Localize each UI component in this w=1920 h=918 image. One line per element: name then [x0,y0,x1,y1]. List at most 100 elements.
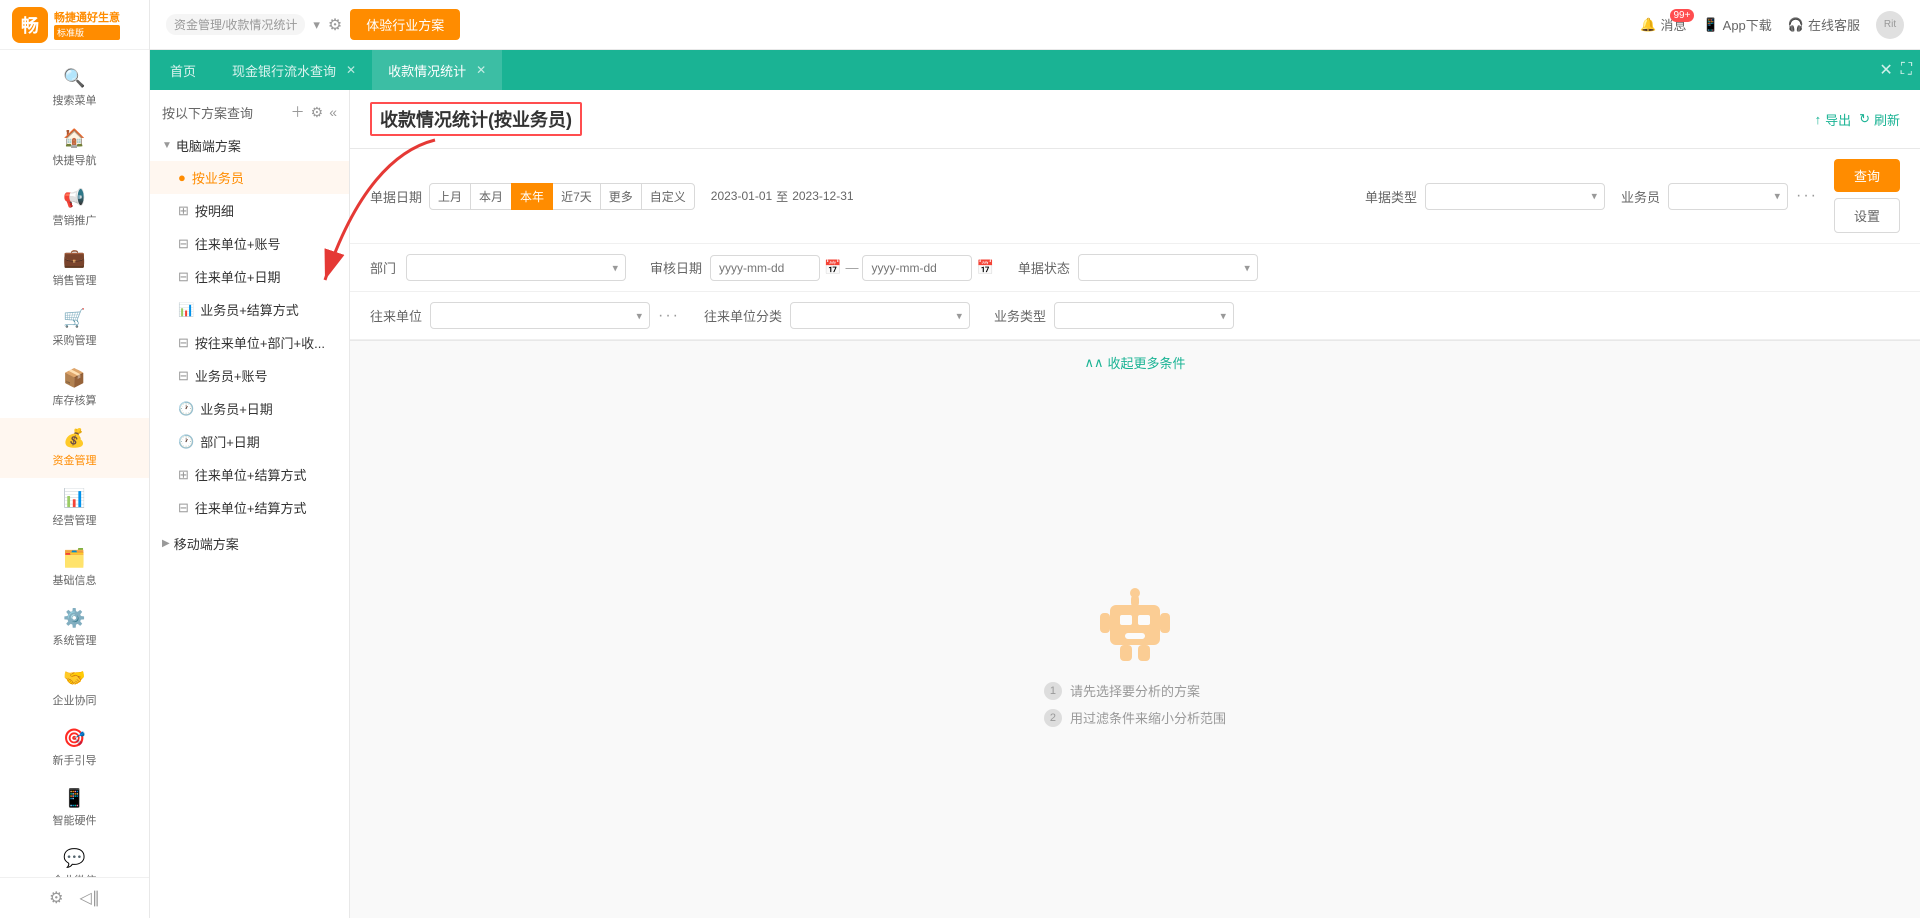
tab-close-all-icon[interactable]: ✕ [1879,60,1892,80]
add-scheme-icon[interactable]: ＋ [291,102,305,122]
sidebar-item-purchase[interactable]: 🛒 采购管理 [0,298,149,358]
scheme-salesperson-date[interactable]: 🕐 业务员+日期 [150,392,349,425]
header-gear-icon[interactable]: ⚙ [328,15,342,35]
settings-gear-icon[interactable]: ⚙ [49,888,63,908]
desktop-group-header[interactable]: ▼ 电脑端方案 [150,130,349,161]
scheme-salesperson-settle[interactable]: 📊 业务员+结算方式 [150,293,349,326]
tab-bank-close-icon[interactable]: ✕ [346,63,356,77]
empty-state: 1 请先选择要分析的方案 2 用过滤条件来缩小分析范围 [350,384,1920,918]
app-download-button[interactable]: 📱 App下载 [1702,15,1771,34]
dept-select[interactable] [406,254,626,281]
voucher-type-label: 单据类型 [1365,187,1417,206]
biz-type-select[interactable] [1054,302,1234,329]
salesperson-select-wrap [1668,183,1788,210]
salesperson-select[interactable] [1668,183,1788,210]
scheme-unit-dept[interactable]: ⊟ 按往来单位+部门+收... [150,326,349,359]
scheme-unit-account[interactable]: ⊟ 往来单位+账号 [150,227,349,260]
calendar-from-icon[interactable]: 📅 [824,259,841,276]
voucher-type-select[interactable] [1425,183,1605,210]
logo-text: 畅捷通好生意 标准版 [54,9,120,40]
scheme-salesperson-icon: ● [178,170,186,185]
review-date-to-input[interactable] [862,255,972,281]
date-tab-lastmonth[interactable]: 上月 [429,183,471,210]
scheme-dept-date[interactable]: 🕐 部门+日期 [150,425,349,458]
sidebar-item-operations[interactable]: 📊 经营管理 [0,478,149,538]
biz-type-item: 业务类型 [994,302,1234,329]
scheme-salesperson[interactable]: ● 按业务员 [150,161,349,194]
page-area: 按以下方案查询 ＋ ⚙ « ▼ 电脑端方案 ● 按业务员 [150,90,1920,918]
voucher-type-select-wrap [1425,183,1605,210]
scheme-unit-settle2[interactable]: ⊟ 往来单位+结算方式 [150,491,349,524]
collapse-panel-icon[interactable]: « [329,104,337,120]
sidebar-item-enterprise[interactable]: 🤝 企业协同 [0,658,149,718]
empty-tip-2: 2 用过滤条件来缩小分析范围 [1044,708,1226,727]
review-date-from-input[interactable] [710,255,820,281]
sidebar-item-guide[interactable]: 🎯 新手引导 [0,718,149,778]
sidebar-item-marketing[interactable]: 📢 营销推广 [0,178,149,238]
sidebar-item-search[interactable]: 🔍 搜索菜单 [0,58,149,118]
voucher-type-item: 单据类型 [1365,183,1605,210]
unit-more-icon[interactable]: ··· [658,307,680,325]
refresh-button[interactable]: ↻ 刷新 [1859,110,1900,129]
scheme-salesperson-account[interactable]: ⊟ 业务员+账号 [150,359,349,392]
unit-category-select[interactable] [790,302,970,329]
settings-button[interactable]: 设置 [1834,198,1900,233]
date-tab-more[interactable]: 更多 [600,183,642,210]
date-tab-custom[interactable]: 自定义 [641,183,695,210]
scheme-unit-account-icon: ⊟ [178,236,189,252]
calendar-to-icon[interactable]: 📅 [976,259,993,276]
date-tab-thismonth[interactable]: 本月 [470,183,512,210]
sidebar-item-basic[interactable]: 🗂️ 基础信息 [0,538,149,598]
export-button[interactable]: ↑ 导出 [1815,110,1852,129]
scheme-unit-date[interactable]: ⊟ 往来单位+日期 [150,260,349,293]
biz-type-select-wrap [1054,302,1234,329]
sidebar-nav: 🔍 搜索菜单 🏠 快捷导航 📢 营销推广 💼 销售管理 🛒 采购管理 📦 [0,50,149,877]
collapse-button[interactable]: ∧∧ 收起更多条件 [1084,353,1185,372]
left-panel-title: 按以下方案查询 [162,103,253,122]
desktop-scheme-group: ▼ 电脑端方案 ● 按业务员 ⊞ 按明细 ⊟ 往来单位+账号 [150,130,349,524]
tab-fullscreen-icon[interactable]: ⛶ [1901,61,1912,79]
sidebar-item-inventory[interactable]: 📦 库存核算 [0,358,149,418]
unit-select[interactable] [430,302,650,329]
logo: 畅 畅捷通好生意 标准版 [0,0,149,50]
collapse-sidebar-icon[interactable]: ◁∥ [80,888,100,908]
tab-receipt[interactable]: 收款情况统计 ✕ [372,50,502,90]
bell-icon: 🔔 [1640,17,1656,33]
tab-home[interactable]: 首页 [150,50,216,90]
scheme-unit-settle1[interactable]: ⊞ 往来单位+结算方式 [150,458,349,491]
scheme-detail[interactable]: ⊞ 按明细 [150,194,349,227]
sidebar-item-sales[interactable]: 💼 销售管理 [0,238,149,298]
date-tab-thisyear[interactable]: 本年 [511,183,553,210]
phone-icon: 📱 [1702,17,1718,33]
page-header: 收款情况统计(按业务员) ↑ 导出 ↻ 刷新 [350,90,1920,149]
mobile-scheme-group: ▶ 移动端方案 [150,528,349,559]
message-button[interactable]: 🔔 消息 99+ [1640,15,1686,34]
unit-label: 往来单位 [370,306,422,325]
header-dropdown-icon[interactable]: ▾ [313,17,320,33]
sidebar-item-quicknav[interactable]: 🏠 快捷导航 [0,118,149,178]
trial-btn[interactable]: 体验行业方案 [350,9,460,40]
desktop-arrow-icon: ▼ [162,140,172,151]
status-item: 单据状态 [1018,254,1258,281]
sidebar-item-system[interactable]: ⚙️ 系统管理 [0,598,149,658]
guide-icon: 🎯 [63,728,85,749]
empty-tip-1: 1 请先选择要分析的方案 [1044,681,1226,700]
user-avatar[interactable]: Rit [1876,11,1904,39]
scheme-detail-icon: ⊞ [178,203,189,219]
mobile-arrow-icon: ▶ [162,538,170,549]
salesperson-more-icon[interactable]: ··· [1796,187,1818,205]
tab-bank[interactable]: 现金银行流水查询 ✕ [216,50,372,90]
scheme-unit-settle1-icon: ⊞ [178,467,189,483]
date-label: 单据日期 [370,187,422,206]
collapse-area[interactable]: ∧∧ 收起更多条件 [350,340,1920,384]
date-tab-7days[interactable]: 近7天 [552,183,601,210]
online-service-button[interactable]: 🎧 在线客服 [1788,15,1860,34]
tab-receipt-close-icon[interactable]: ✕ [476,63,486,77]
status-select[interactable] [1078,254,1258,281]
mobile-group-header[interactable]: ▶ 移动端方案 [150,528,349,559]
sidebar-item-hardware[interactable]: 📱 智能硬件 [0,778,149,838]
sidebar-item-wechat[interactable]: 💬 企业微信 [0,838,149,877]
sidebar-item-finance[interactable]: 💰 资金管理 [0,418,149,478]
query-button[interactable]: 查询 [1834,159,1900,192]
scheme-settings-icon[interactable]: ⚙ [311,104,324,121]
